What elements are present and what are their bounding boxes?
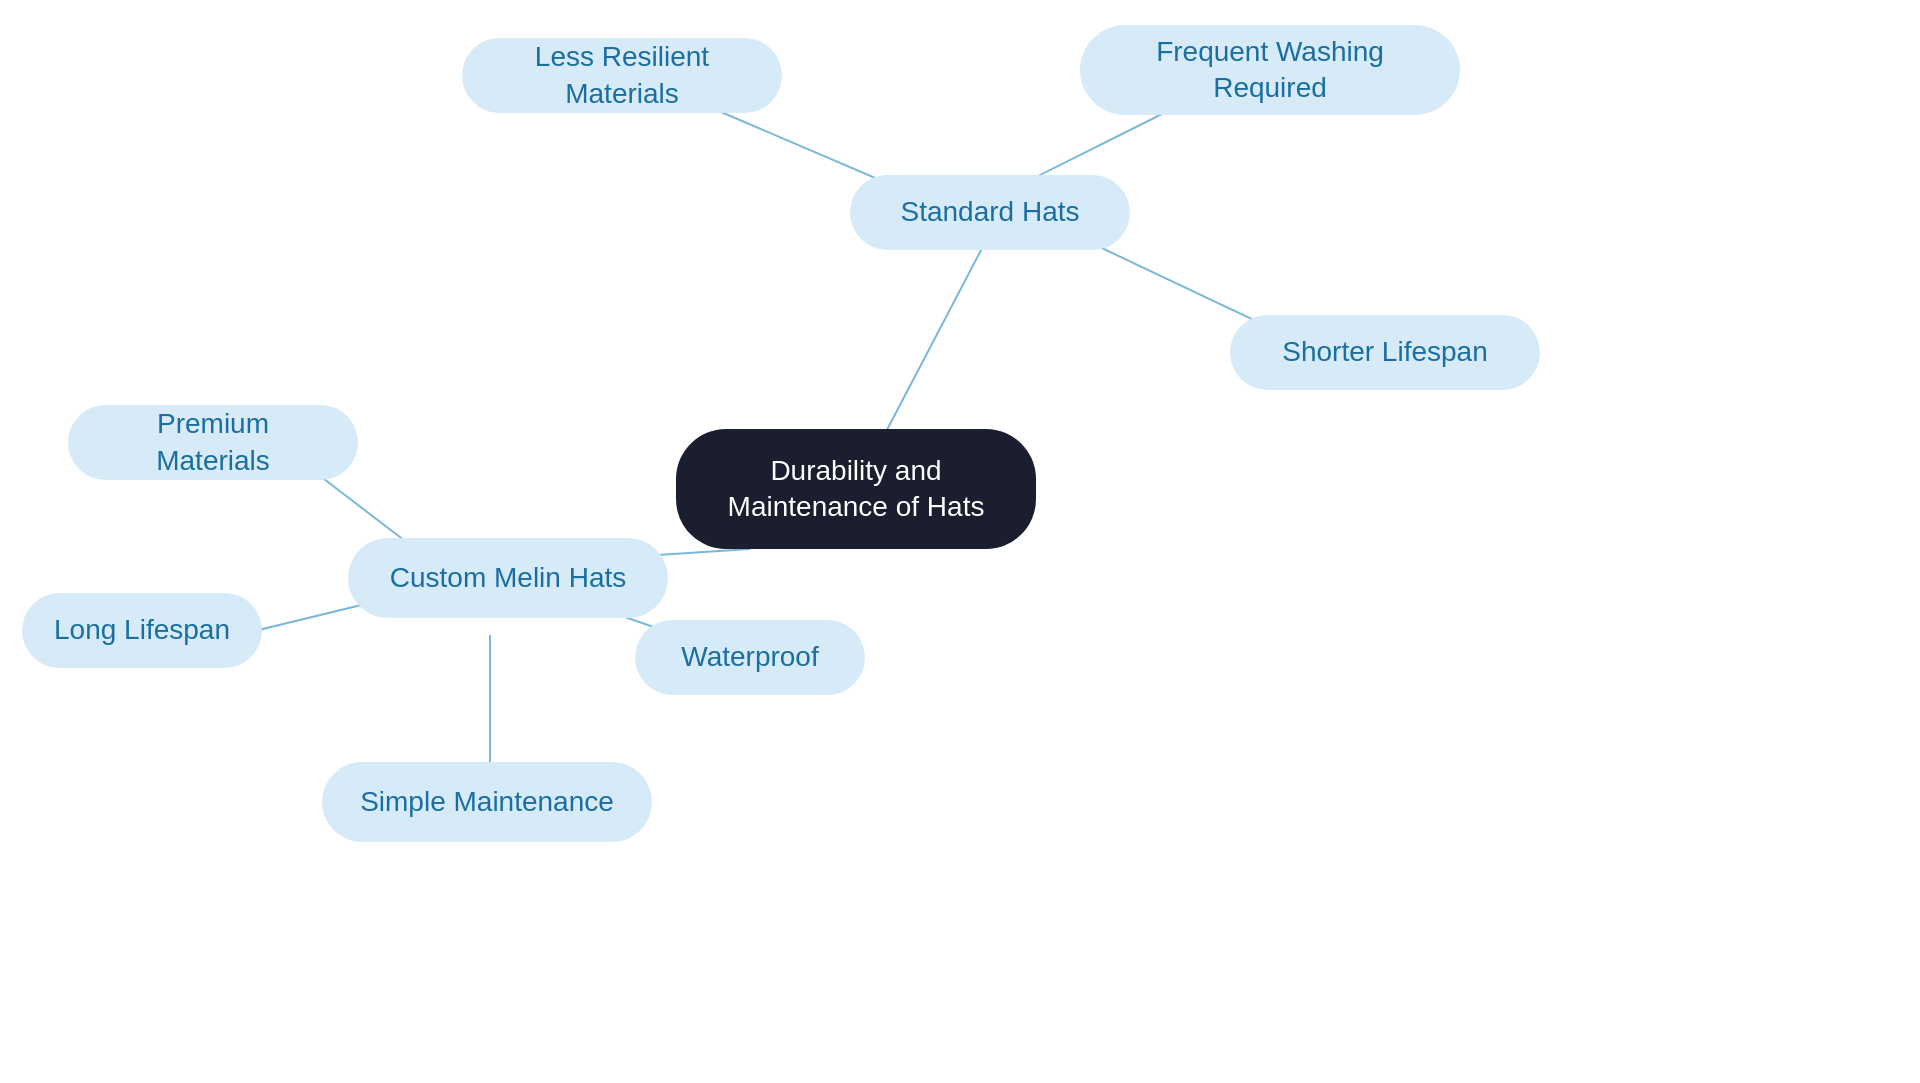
waterproof-node: Waterproof <box>635 620 865 695</box>
custom-melin-node: Custom Melin Hats <box>348 538 668 618</box>
long-lifespan-node: Long Lifespan <box>22 593 262 668</box>
simple-maintenance-node: Simple Maintenance <box>322 762 652 842</box>
less-resilient-node: Less Resilient Materials <box>462 38 782 113</box>
shorter-lifespan-node: Shorter Lifespan <box>1230 315 1540 390</box>
frequent-washing-node: Frequent Washing Required <box>1080 25 1460 115</box>
premium-materials-node: Premium Materials <box>68 405 358 480</box>
standard-hats-node: Standard Hats <box>850 175 1130 250</box>
center-node: Durability and Maintenance of Hats <box>676 429 1036 549</box>
